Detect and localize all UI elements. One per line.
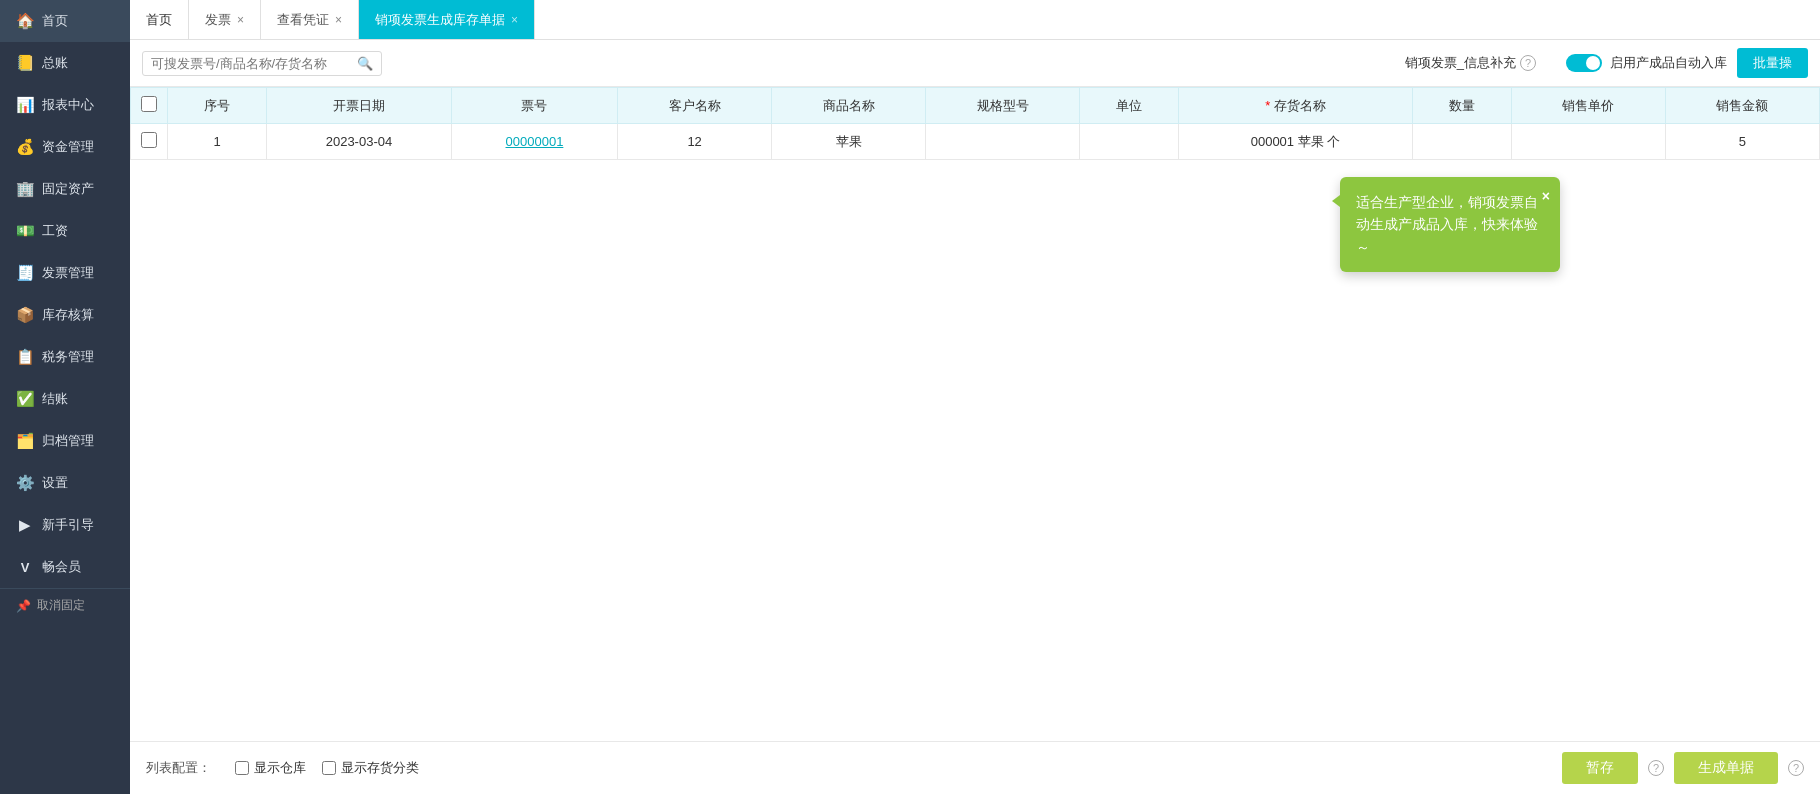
table-container: 序号 开票日期 票号 客户名称 商品名称 规格型号 单位 存货名称 数量 销售单… bbox=[130, 87, 1820, 741]
col-number: 票号 bbox=[451, 88, 617, 124]
col-product: 商品名称 bbox=[772, 88, 926, 124]
sidebar-item-home[interactable]: 🏠 首页 bbox=[0, 0, 130, 42]
row-spec bbox=[926, 124, 1080, 160]
col-checkbox bbox=[131, 88, 168, 124]
row-unit-price bbox=[1511, 124, 1665, 160]
fund-icon: 💰 bbox=[16, 138, 34, 156]
toggle-label: 启用产成品自动入库 bbox=[1610, 54, 1727, 72]
save-button[interactable]: 暂存 bbox=[1562, 752, 1638, 784]
tooltip-close-button[interactable]: × bbox=[1542, 185, 1550, 207]
save-help-icon[interactable]: ? bbox=[1648, 760, 1664, 776]
main-area: 首页 发票 × 查看凭证 × 销项发票生成库存单据 × 🔍 销项发票_信息补充 … bbox=[130, 0, 1820, 794]
data-table: 序号 开票日期 票号 客户名称 商品名称 规格型号 单位 存货名称 数量 销售单… bbox=[130, 87, 1820, 160]
list-config-label: 列表配置： bbox=[146, 759, 211, 777]
row-customer: 12 bbox=[618, 124, 772, 160]
auto-warehouse-toggle[interactable] bbox=[1566, 54, 1602, 72]
tab-invoice-close[interactable]: × bbox=[237, 13, 244, 27]
toolbar: 🔍 销项发票_信息补充 ? 启用产成品自动入库 批量操 bbox=[130, 40, 1820, 87]
generate-help-icon[interactable]: ? bbox=[1788, 760, 1804, 776]
sidebar: 🏠 首页 📒 总账 📊 报表中心 💰 资金管理 🏢 固定资产 💵 工资 🧾 发票… bbox=[0, 0, 130, 794]
generate-button[interactable]: 生成单据 bbox=[1674, 752, 1778, 784]
sidebar-item-archive[interactable]: 🗂️ 归档管理 bbox=[0, 420, 130, 462]
info-icon[interactable]: ? bbox=[1520, 55, 1536, 71]
col-unit: 单位 bbox=[1080, 88, 1179, 124]
tab-bar: 首页 发票 × 查看凭证 × 销项发票生成库存单据 × bbox=[130, 0, 1820, 40]
batch-button[interactable]: 批量操 bbox=[1737, 48, 1808, 78]
row-qty bbox=[1412, 124, 1511, 160]
col-unit-price: 销售单价 bbox=[1511, 88, 1665, 124]
col-date: 开票日期 bbox=[267, 88, 452, 124]
table-row: 1 2023-03-04 00000001 12 苹果 000001 苹果 个 … bbox=[131, 124, 1820, 160]
sidebar-item-tax[interactable]: 📋 税务管理 bbox=[0, 336, 130, 378]
sidebar-item-member[interactable]: V 畅会员 bbox=[0, 546, 130, 588]
sidebar-item-invoice[interactable]: 🧾 发票管理 bbox=[0, 252, 130, 294]
content-area: 🔍 销项发票_信息补充 ? 启用产成品自动入库 批量操 bbox=[130, 40, 1820, 794]
select-all-checkbox[interactable] bbox=[141, 96, 157, 112]
search-icon[interactable]: 🔍 bbox=[357, 56, 373, 71]
settle-icon: ✅ bbox=[16, 390, 34, 408]
bottom-bar: 列表配置： 显示仓库 显示存货分类 暂存 ? 生成单据 ? bbox=[130, 741, 1820, 794]
row-inventory: 000001 苹果 个 bbox=[1179, 124, 1412, 160]
report-icon: 📊 bbox=[16, 96, 34, 114]
sidebar-item-guide[interactable]: ▶ 新手引导 bbox=[0, 504, 130, 546]
sidebar-item-report[interactable]: 📊 报表中心 bbox=[0, 84, 130, 126]
show-warehouse-label[interactable]: 显示仓库 bbox=[235, 759, 306, 777]
member-icon: V bbox=[16, 560, 34, 575]
info-label-group: 销项发票_信息补充 ? bbox=[1405, 54, 1536, 72]
settings-icon: ⚙️ bbox=[16, 474, 34, 492]
sidebar-item-inventory[interactable]: 📦 库存核算 bbox=[0, 294, 130, 336]
guide-icon: ▶ bbox=[16, 516, 34, 534]
col-spec: 规格型号 bbox=[926, 88, 1080, 124]
row-unit bbox=[1080, 124, 1179, 160]
row-amount: 5 bbox=[1665, 124, 1819, 160]
sidebar-fix-toggle[interactable]: 📌 取消固定 bbox=[0, 588, 130, 622]
sidebar-item-wage[interactable]: 💵 工资 bbox=[0, 210, 130, 252]
sidebar-item-settings[interactable]: ⚙️ 设置 bbox=[0, 462, 130, 504]
sidebar-item-asset[interactable]: 🏢 固定资产 bbox=[0, 168, 130, 210]
toggle-group: 启用产成品自动入库 bbox=[1566, 54, 1727, 72]
tab-voucher-close[interactable]: × bbox=[335, 13, 342, 27]
sidebar-item-ledger[interactable]: 📒 总账 bbox=[0, 42, 130, 84]
tab-invoice[interactable]: 发票 × bbox=[189, 0, 261, 39]
sidebar-item-fund[interactable]: 💰 资金管理 bbox=[0, 126, 130, 168]
tax-icon: 📋 bbox=[16, 348, 34, 366]
col-inventory: 存货名称 bbox=[1179, 88, 1412, 124]
tooltip-bubble: × 适合生产型企业，销项发票自动生成产成品入库，快来体验～ bbox=[1340, 177, 1560, 272]
search-input[interactable] bbox=[151, 56, 351, 71]
tab-stock-close[interactable]: × bbox=[511, 13, 518, 27]
tab-stock[interactable]: 销项发票生成库存单据 × bbox=[359, 0, 535, 39]
home-icon: 🏠 bbox=[16, 12, 34, 30]
invoice-icon: 🧾 bbox=[16, 264, 34, 282]
row-seq: 1 bbox=[168, 124, 267, 160]
archive-icon: 🗂️ bbox=[16, 432, 34, 450]
bottom-actions: 暂存 ? 生成单据 ? bbox=[1562, 752, 1804, 784]
sidebar-item-settle[interactable]: ✅ 结账 bbox=[0, 378, 130, 420]
col-customer: 客户名称 bbox=[618, 88, 772, 124]
asset-icon: 🏢 bbox=[16, 180, 34, 198]
col-amount: 销售金额 bbox=[1665, 88, 1819, 124]
pin-icon: 📌 bbox=[16, 599, 31, 613]
ledger-icon: 📒 bbox=[16, 54, 34, 72]
show-warehouse-checkbox[interactable] bbox=[235, 761, 249, 775]
show-category-checkbox[interactable] bbox=[322, 761, 336, 775]
row-checkbox-cell bbox=[131, 124, 168, 160]
tab-voucher[interactable]: 查看凭证 × bbox=[261, 0, 359, 39]
col-seq: 序号 bbox=[168, 88, 267, 124]
row-checkbox[interactable] bbox=[141, 132, 157, 148]
inventory-icon: 📦 bbox=[16, 306, 34, 324]
tab-home[interactable]: 首页 bbox=[130, 0, 189, 39]
row-number[interactable]: 00000001 bbox=[451, 124, 617, 160]
show-category-label[interactable]: 显示存货分类 bbox=[322, 759, 419, 777]
search-box[interactable]: 🔍 bbox=[142, 51, 382, 76]
row-date: 2023-03-04 bbox=[267, 124, 452, 160]
row-product: 苹果 bbox=[772, 124, 926, 160]
wage-icon: 💵 bbox=[16, 222, 34, 240]
col-qty: 数量 bbox=[1412, 88, 1511, 124]
